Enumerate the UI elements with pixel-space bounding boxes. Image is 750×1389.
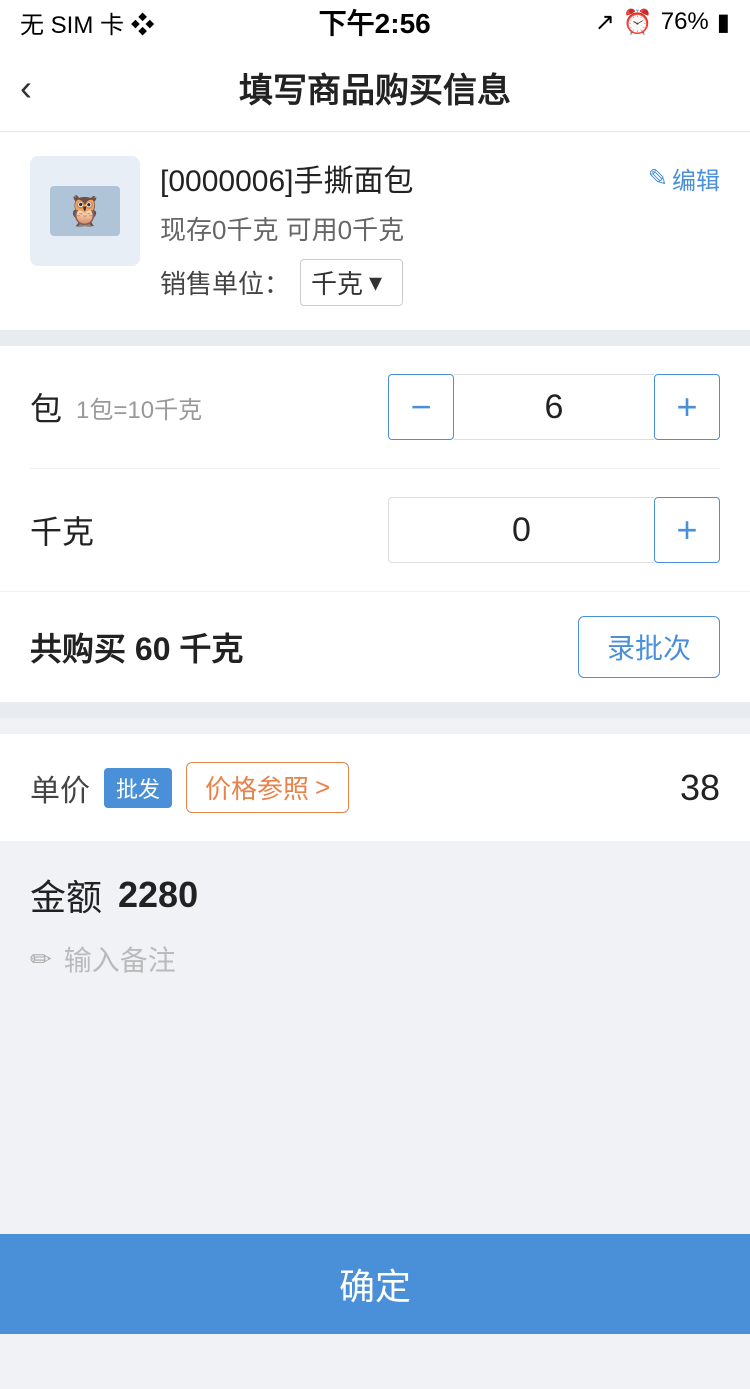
- product-name: [0000006]手撕面包: [160, 156, 413, 200]
- total-unit-val: 千克: [179, 631, 243, 667]
- product-thumbnail: 🦉: [30, 156, 140, 266]
- price-value: 38: [680, 767, 720, 809]
- battery-icon: ▮: [717, 8, 730, 37]
- unit-select[interactable]: 千克 ▾: [300, 259, 403, 306]
- back-button[interactable]: ‹: [20, 67, 32, 109]
- page-title: 填写商品购买信息: [239, 63, 511, 112]
- bag-label-group: 包 1包=10千克: [30, 384, 202, 430]
- kg-label: 千克: [30, 507, 94, 553]
- price-left: 单价 批发 价格参照 >: [30, 762, 349, 813]
- status-left: 无 SIM 卡 ❖: [20, 5, 155, 40]
- bag-qty-control: − +: [388, 374, 720, 440]
- kg-qty-control: +: [388, 497, 720, 563]
- bag-minus-button[interactable]: −: [388, 374, 454, 440]
- nav-bar: ‹ 填写商品购买信息: [0, 44, 750, 132]
- edit-button[interactable]: ✎ 编辑: [648, 161, 720, 196]
- edit-icon: ✎: [648, 164, 668, 193]
- divider-2: [0, 702, 750, 718]
- total-prefix: 共购买: [30, 631, 126, 667]
- note-placeholder: 输入备注: [64, 939, 176, 979]
- bag-row: 包 1包=10千克 − +: [30, 346, 720, 469]
- price-section: 单价 批发 价格参照 > 38: [0, 734, 750, 841]
- alarm-icon: ⏰: [623, 8, 653, 37]
- bag-label: 包: [30, 384, 62, 430]
- amount-value: 2280: [118, 874, 198, 916]
- amount-row: 金额 2280: [30, 869, 720, 921]
- kg-qty-input[interactable]: [388, 497, 654, 563]
- product-logo: 🦉: [50, 186, 120, 236]
- kg-label-group: 千克: [30, 507, 94, 553]
- location-icon: ↗: [595, 8, 615, 37]
- price-ref-label: 价格参照: [205, 769, 309, 806]
- product-unit-row: 销售单位： 千克 ▾: [160, 259, 720, 306]
- kg-row: 千克 +: [30, 469, 720, 591]
- chevron-right-icon: >: [315, 772, 330, 803]
- unit-label: 销售单位：: [160, 264, 290, 301]
- unit-value: 千克: [311, 264, 363, 301]
- bag-hint: 1包=10千克: [76, 390, 202, 425]
- edit-label: 编辑: [672, 161, 720, 196]
- product-card: 🦉 [0000006]手撕面包 ✎ 编辑 现存0千克 可用0千克 销售单位： 千…: [30, 156, 720, 306]
- bag-qty-input[interactable]: [454, 374, 654, 440]
- battery-level: 76%: [661, 8, 709, 36]
- total-label: 共购买 60 千克: [30, 624, 243, 670]
- confirm-label: 确定: [339, 1258, 411, 1310]
- quantity-section: 包 1包=10千克 − + 千克 +: [0, 346, 750, 591]
- note-icon: ✏: [30, 944, 52, 975]
- total-row: 共购买 60 千克 录批次: [0, 591, 750, 702]
- kg-plus-button[interactable]: +: [654, 497, 720, 563]
- amount-section: 金额 2280 ✏ 输入备注: [0, 841, 750, 989]
- status-bar: 无 SIM 卡 ❖ 下午2:56 ↗ ⏰ 76% ▮: [0, 0, 750, 44]
- bag-plus-button[interactable]: +: [654, 374, 720, 440]
- amount-label: 金额: [30, 869, 102, 921]
- owl-icon: 🦉: [66, 194, 103, 229]
- product-info: [0000006]手撕面包 ✎ 编辑 现存0千克 可用0千克 销售单位： 千克 …: [160, 156, 720, 306]
- product-section: 🦉 [0000006]手撕面包 ✎ 编辑 现存0千克 可用0千克 销售单位： 千…: [0, 132, 750, 330]
- confirm-button[interactable]: 确定: [0, 1234, 750, 1334]
- status-time: 下午2:56: [319, 2, 431, 42]
- product-title-row: [0000006]手撕面包 ✎ 编辑: [160, 156, 720, 200]
- total-amount-val: 60: [135, 631, 171, 667]
- batch-button[interactable]: 录批次: [578, 616, 720, 678]
- price-label: 单价: [30, 766, 90, 810]
- status-right: ↗ ⏰ 76% ▮: [595, 8, 730, 37]
- product-stock: 现存0千克 可用0千克: [160, 210, 720, 247]
- note-row[interactable]: ✏ 输入备注: [30, 939, 720, 979]
- sim-status: 无 SIM 卡 ❖: [20, 5, 155, 40]
- price-ref-button[interactable]: 价格参照 >: [186, 762, 349, 813]
- dropdown-icon: ▾: [369, 267, 382, 298]
- divider-1: [0, 330, 750, 346]
- price-tag: 批发: [104, 768, 172, 808]
